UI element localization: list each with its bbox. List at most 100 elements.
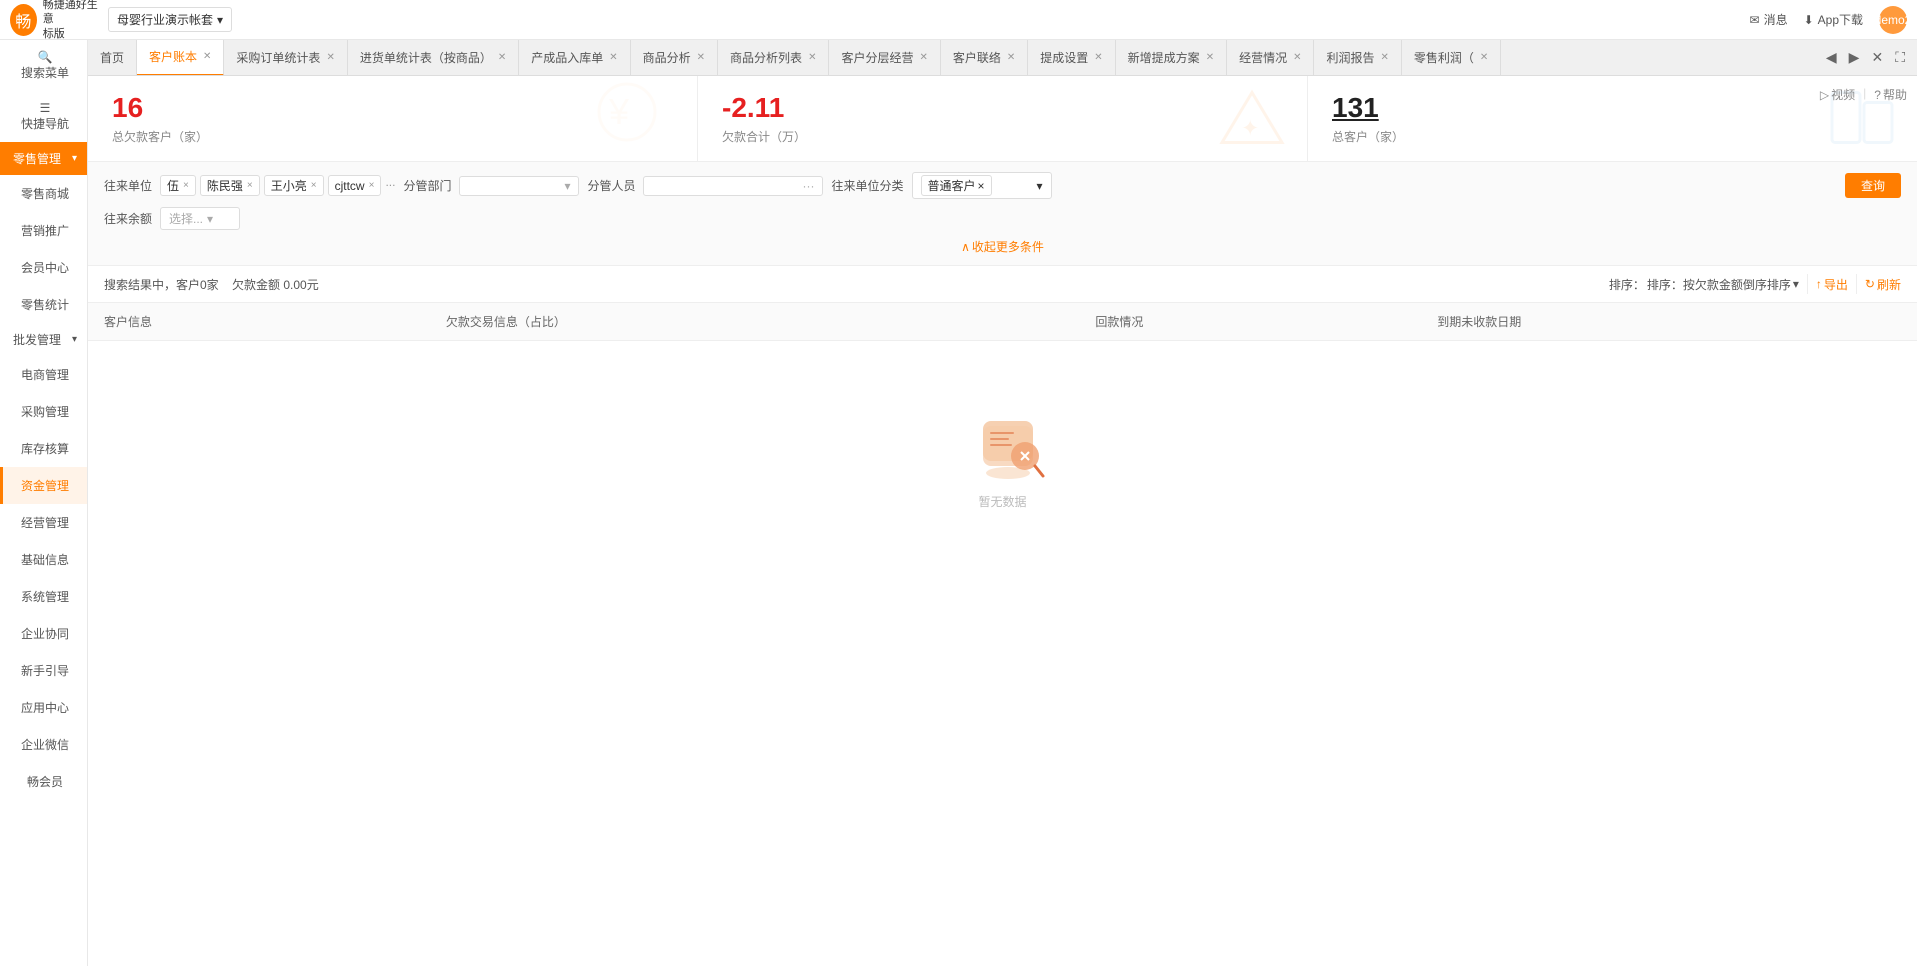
tab-close-icon-4[interactable]: ✕: [609, 52, 617, 63]
tab-close-icon-13[interactable]: ✕: [1480, 52, 1488, 63]
export-button[interactable]: ↑ 导出: [1816, 276, 1848, 293]
stat-card-customers: ¥ 16 总欠款客户（家）: [88, 76, 698, 161]
tab-new-promotion-plan[interactable]: 新增提成方案 ✕: [1116, 40, 1227, 76]
tab-home[interactable]: 首页: [88, 40, 137, 76]
filter-row-2: 往来余额 选择... ▾: [104, 207, 1901, 230]
ellipsis-person: ···: [802, 179, 814, 193]
table-toolbar-right: 排序： 排序：按欠款金额倒序排序 ▾ ↑ 导出 ↻ 刷新: [1609, 274, 1901, 294]
filter-dept-select[interactable]: ▾: [459, 176, 579, 196]
tab-purchase-stats-by-product[interactable]: 进货单统计表（按商品） ✕: [348, 40, 519, 76]
sidebar-item-finance[interactable]: 资金管理: [0, 467, 87, 504]
col-customer-info: 客户信息: [88, 303, 430, 341]
sort-button[interactable]: 排序： 排序：按欠款金额倒序排序 ▾: [1609, 276, 1799, 293]
app-download-button[interactable]: ⬇ App下载: [1804, 11, 1863, 28]
sidebar-item-ecommerce[interactable]: 电商管理: [0, 356, 87, 393]
query-button[interactable]: 查询: [1845, 173, 1901, 198]
tab-business-status[interactable]: 经营情况 ✕: [1227, 40, 1314, 76]
remove-tag-chen[interactable]: ×: [247, 180, 253, 191]
tab-next-button[interactable]: ▶: [1845, 47, 1864, 68]
sidebar-item-purchase[interactable]: 采购管理: [0, 393, 87, 430]
tab-close-all-button[interactable]: ✕: [1867, 47, 1887, 68]
tab-close-icon-5[interactable]: ✕: [697, 52, 705, 63]
stats-row: ¥ 16 总欠款客户（家） ✦ -2.11 欠款合计（万）: [88, 76, 1917, 162]
toolbar-divider-2: [1856, 274, 1857, 294]
sidebar-item-retail[interactable]: 零售管理 ▾: [0, 142, 87, 175]
video-help-button[interactable]: ▷ 视频: [1820, 86, 1855, 103]
top-bar: 畅 畅捷通好生意 标版 母婴行业演示帐套 ▾ ✉ 消息 ⬇ App下载 demo…: [0, 0, 1917, 40]
table-toolbar: 搜索结果中，客户0家 欠款金额 0.00元 排序： 排序：按欠款金额倒序排序 ▾…: [88, 266, 1917, 303]
filter-area: 往来单位 伍 × 陈民强 × 王小亮 ×: [88, 162, 1917, 266]
tab-product-into-warehouse[interactable]: 产成品入库单 ✕: [519, 40, 630, 76]
tab-close-icon-11[interactable]: ✕: [1293, 52, 1301, 63]
help-button[interactable]: ? 帮助: [1874, 86, 1907, 103]
refresh-button[interactable]: ↻ 刷新: [1865, 276, 1901, 293]
avatar[interactable]: demo2: [1879, 6, 1907, 34]
filter-category-select[interactable]: 普通客户 × ▾: [912, 172, 1052, 199]
collapse-icon: ∧: [961, 240, 970, 254]
tab-close-icon-7[interactable]: ✕: [919, 52, 927, 63]
tab-customer-balance[interactable]: 客户账本 ✕: [137, 40, 224, 76]
tab-product-analysis-list[interactable]: 商品分析列表 ✕: [718, 40, 829, 76]
filter-more-button[interactable]: ...: [385, 175, 395, 196]
tab-promotion-settings[interactable]: 提成设置 ✕: [1028, 40, 1115, 76]
filter-unit-label: 往来单位: [104, 177, 152, 194]
filter-dept-label: 分管部门: [403, 177, 451, 194]
sidebar-item-basic-info[interactable]: 基础信息: [0, 541, 87, 578]
main-layout: 🔍 搜索菜单 ☰ 快捷导航 零售管理 ▾ 零售商城 营销推广 会员中心 零售统计…: [0, 40, 1917, 966]
sidebar-item-retail-stats[interactable]: 零售统计: [0, 286, 87, 323]
sidebar-item-app-center[interactable]: 应用中心: [0, 689, 87, 726]
tab-customer-segment[interactable]: 客户分层经营 ✕: [829, 40, 940, 76]
sidebar-item-inventory[interactable]: 库存核算: [0, 430, 87, 467]
tab-close-icon-3[interactable]: ✕: [498, 52, 506, 63]
export-icon: ↑: [1816, 277, 1822, 291]
sidebar-item-enterprise-wechat[interactable]: 企业微信: [0, 726, 87, 763]
messages-button[interactable]: ✉ 消息: [1750, 11, 1788, 28]
filter-person-label: 分管人员: [587, 177, 635, 194]
filter-person-select[interactable]: ···: [643, 176, 823, 196]
tab-profit-report[interactable]: 利润报告 ✕: [1314, 40, 1401, 76]
sidebar-item-operations[interactable]: 经营管理: [0, 504, 87, 541]
remove-category-normal[interactable]: ×: [978, 179, 985, 193]
tab-close-icon-6[interactable]: ✕: [808, 52, 816, 63]
filter-tag-wu: 伍 ×: [160, 175, 196, 196]
tab-close-icon-9[interactable]: ✕: [1094, 52, 1102, 63]
remove-tag-cjttcw[interactable]: ×: [369, 180, 375, 191]
quick-nav-icon: ☰: [7, 101, 83, 115]
sidebar-item-member[interactable]: 会员中心: [0, 249, 87, 286]
stat-top-right: ▷ 视频 | ? 帮助: [1820, 86, 1907, 103]
tab-close-icon[interactable]: ✕: [203, 51, 211, 62]
sidebar-item-member2[interactable]: 畅会员: [0, 763, 87, 800]
sidebar-item-search[interactable]: 🔍 搜索菜单: [0, 40, 87, 91]
tab-close-icon-12[interactable]: ✕: [1381, 52, 1389, 63]
workspace-selector[interactable]: 母婴行业演示帐套 ▾: [108, 7, 232, 32]
sidebar-item-marketing[interactable]: 营销推广: [0, 212, 87, 249]
tab-close-icon-10[interactable]: ✕: [1206, 52, 1214, 63]
empty-text: 暂无数据: [978, 493, 1026, 510]
remove-tag-wu[interactable]: ×: [183, 180, 189, 191]
tab-product-analysis[interactable]: 商品分析 ✕: [631, 40, 718, 76]
tab-purchase-order-stats[interactable]: 采购订单统计表 ✕: [224, 40, 347, 76]
tab-customer-contact[interactable]: 客户联络 ✕: [941, 40, 1028, 76]
tab-close-icon-2[interactable]: ✕: [326, 52, 334, 63]
sidebar-item-new-guide[interactable]: 新手引导: [0, 652, 87, 689]
tab-fullscreen-button[interactable]: ⛶: [1891, 47, 1909, 68]
sort-icon: 排序：: [1609, 276, 1645, 293]
sidebar-item-quick-nav[interactable]: ☰ 快捷导航: [0, 91, 87, 142]
help-icon: ?: [1874, 88, 1881, 102]
top-bar-right: ✉ 消息 ⬇ App下载 demo2: [1750, 6, 1908, 34]
sidebar-item-enterprise-coop[interactable]: 企业协同: [0, 615, 87, 652]
sidebar-item-system[interactable]: 系统管理: [0, 578, 87, 615]
filter-amount-select[interactable]: 选择... ▾: [160, 207, 240, 230]
video-icon: ▷: [1820, 88, 1829, 102]
sidebar-item-wholesale[interactable]: 批发管理 ▾: [0, 323, 87, 356]
tab-retail-profit[interactable]: 零售利润（ ✕: [1402, 40, 1501, 76]
remove-tag-wang[interactable]: ×: [311, 180, 317, 191]
filter-unit-tags: 伍 × 陈民强 × 王小亮 × cjttcw ×: [160, 175, 395, 196]
collapse-button[interactable]: ∧ 收起更多条件: [961, 238, 1044, 255]
tab-prev-button[interactable]: ◀: [1822, 47, 1841, 68]
tab-close-icon-8[interactable]: ✕: [1007, 52, 1015, 63]
chevron-down-icon: ▾: [217, 13, 223, 27]
table-result-customers: 搜索结果中，客户0家 欠款金额 0.00元: [104, 276, 319, 293]
tab-bar: 首页 客户账本 ✕ 采购订单统计表 ✕ 进货单统计表（按商品） ✕ 产成品入库单…: [88, 40, 1917, 76]
sidebar-item-retail-mall[interactable]: 零售商城: [0, 175, 87, 212]
